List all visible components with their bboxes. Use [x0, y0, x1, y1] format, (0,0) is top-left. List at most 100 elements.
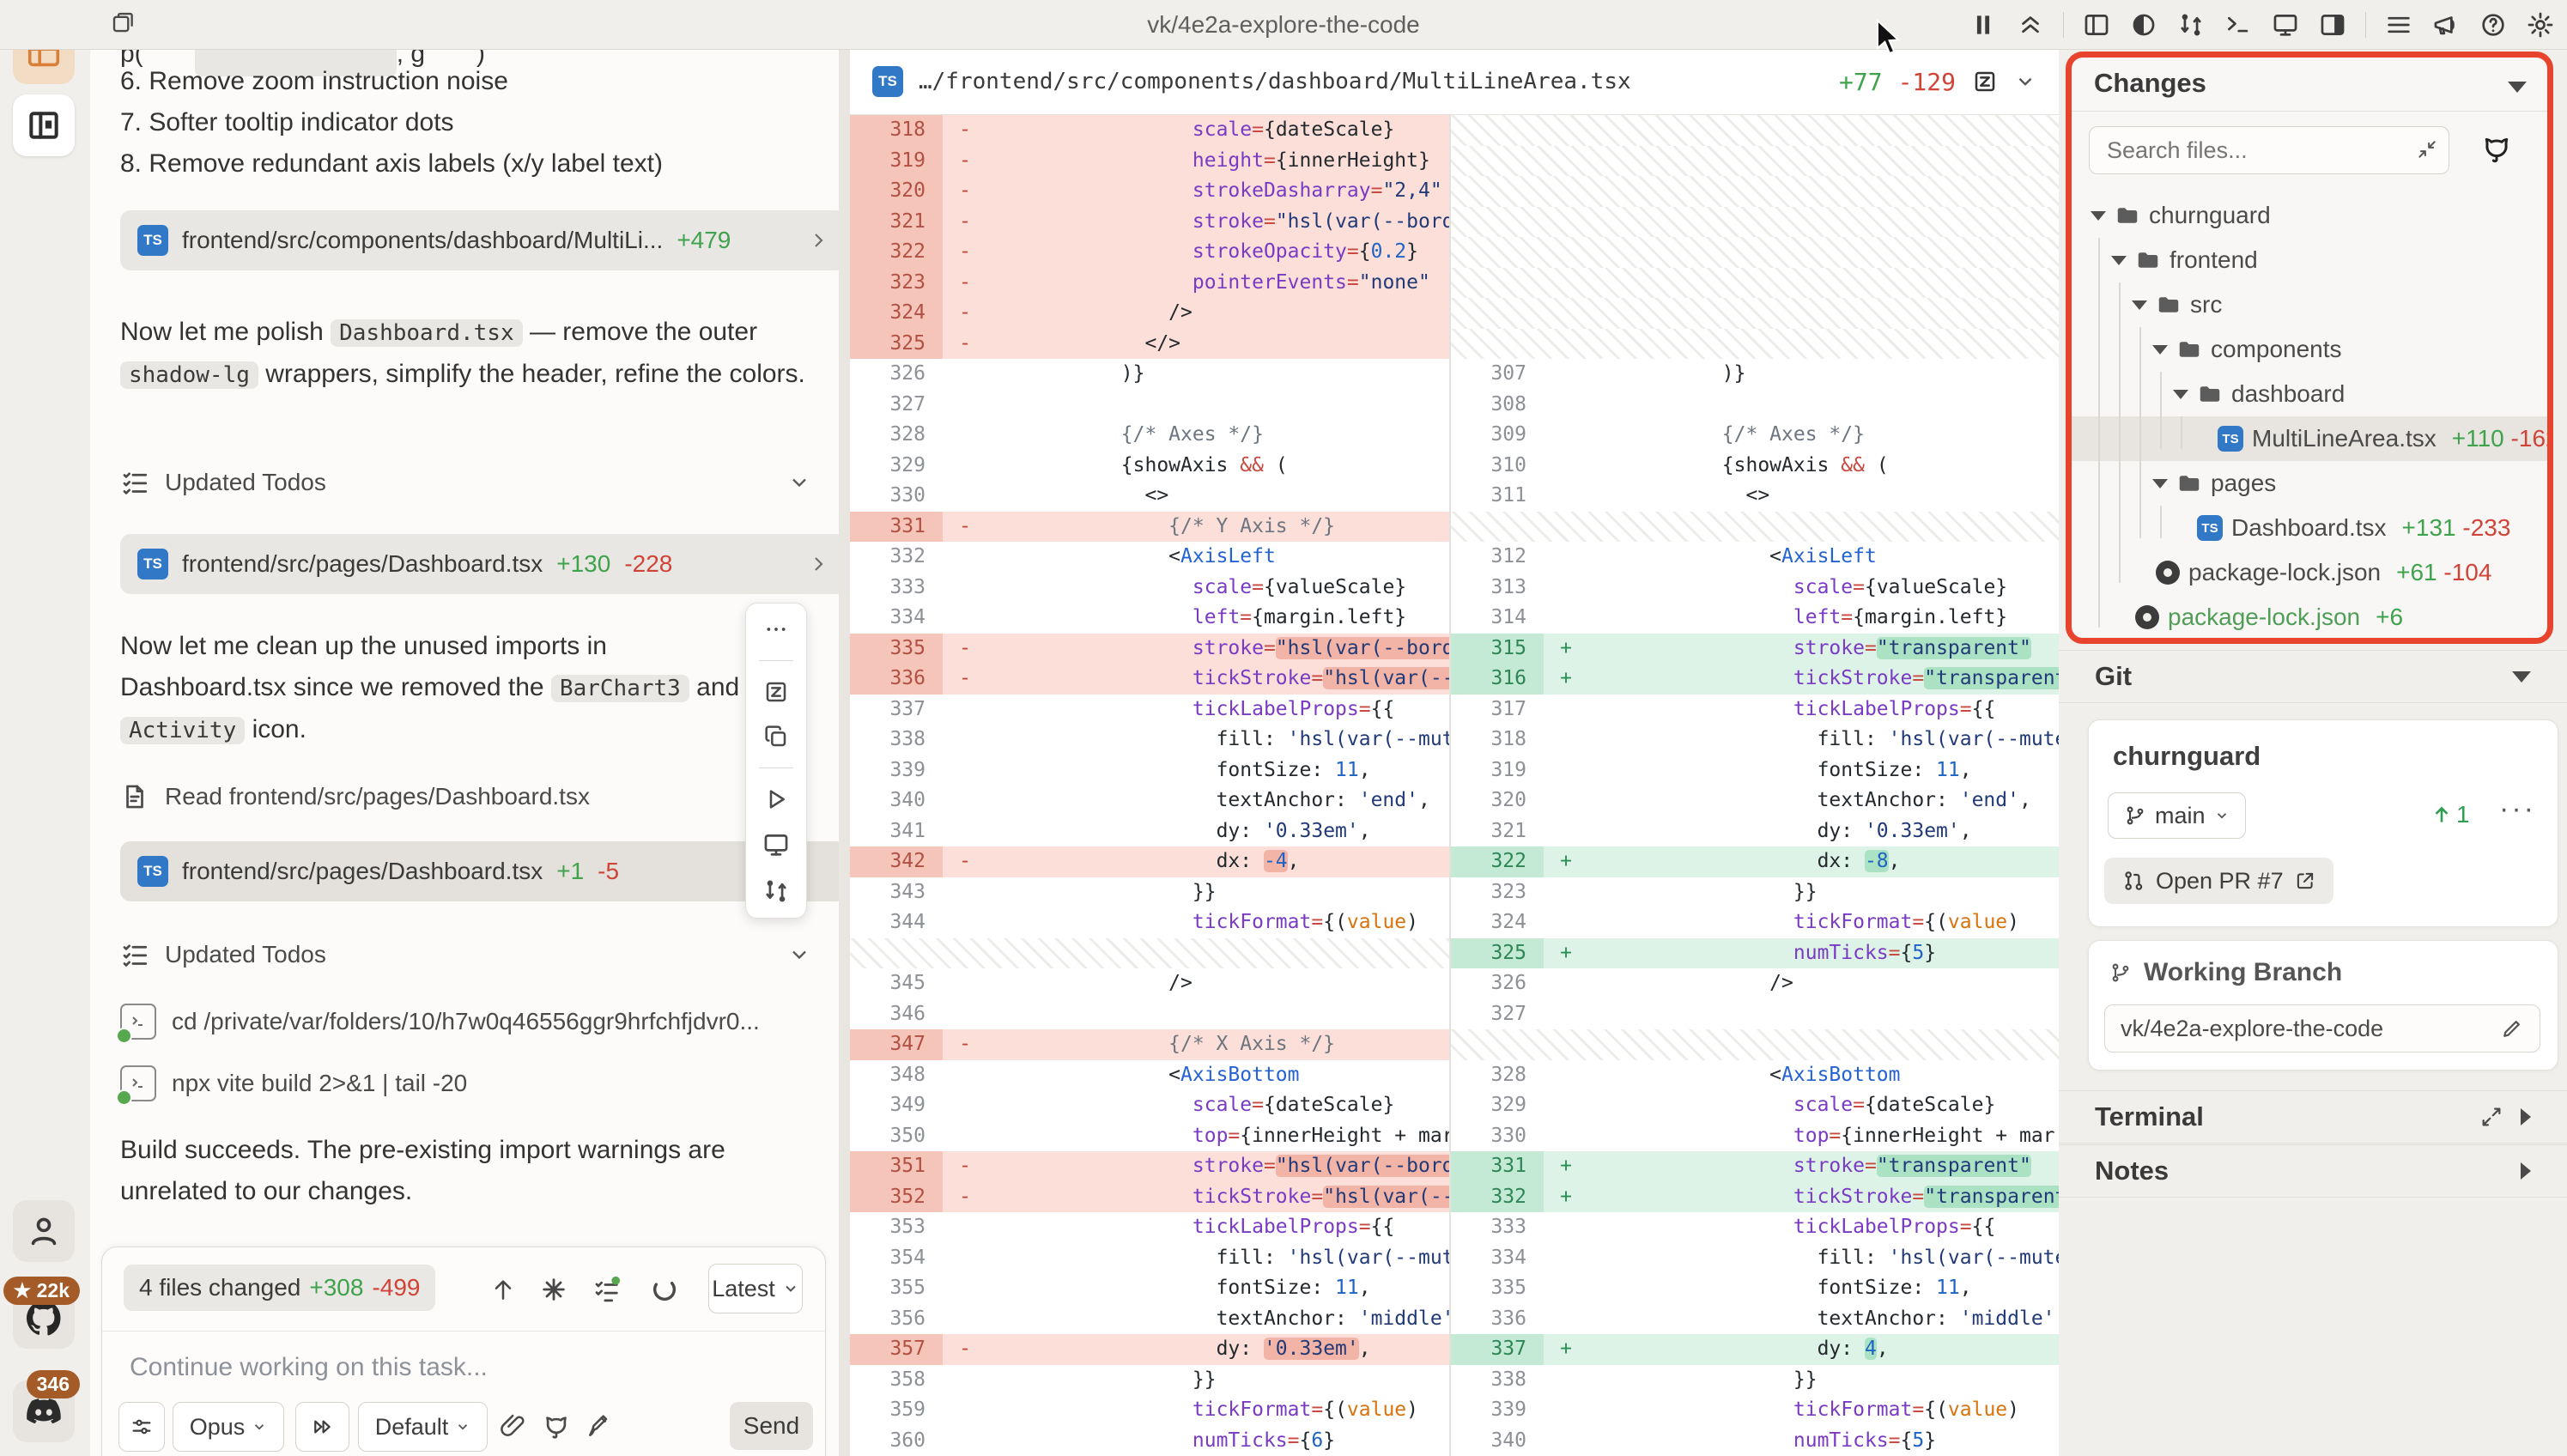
package-icon [2135, 605, 2159, 629]
files-changed-badge[interactable]: 4 files changed +308 -499 [124, 1265, 435, 1311]
rail-github-button[interactable]: ★ 22k [13, 1287, 75, 1349]
diff-code-row: 335 fontSize: 11, [1451, 1273, 2059, 1304]
more-menu-icon[interactable]: ··· [2499, 792, 2536, 826]
rail-kanban-button[interactable] [13, 94, 75, 156]
diff-code-row: 326 /> [1451, 968, 2059, 999]
paperclip-icon[interactable] [499, 1412, 526, 1440]
terminal-command-row[interactable]: npx vite build 2>&1 | tail -20 [120, 1063, 811, 1104]
tree-folder-churnguard[interactable]: churnguard [2072, 193, 2547, 238]
version-dropdown[interactable]: Latest [708, 1264, 803, 1313]
diff-code-row: 321 dy: '0.33em', [1451, 816, 2059, 847]
display-icon[interactable] [762, 830, 791, 859]
play-icon[interactable] [762, 786, 790, 813]
updated-todos-row[interactable]: Updated Todos [120, 934, 811, 975]
diff-code-row: 357- dy: '0.33em', [850, 1334, 1449, 1365]
spinner-icon[interactable] [651, 1276, 678, 1303]
read-file-row[interactable]: Read frontend/src/pages/Dashboard.tsx [120, 776, 811, 817]
cat-icon[interactable] [2480, 133, 2513, 166]
expand-icon[interactable] [2479, 1105, 2503, 1129]
display-icon[interactable] [2271, 10, 2300, 39]
tree-file-MultiLineArea.tsx[interactable]: TSMultiLineArea.tsx+110 -162 [2072, 416, 2547, 461]
separator [2063, 12, 2064, 38]
pen-icon[interactable] [586, 1412, 613, 1440]
diff-code-row: 334 fill: 'hsl(var(--muted-fo [1451, 1243, 2059, 1274]
settings-sliders-button[interactable] [118, 1402, 165, 1452]
asterisk-icon[interactable] [540, 1276, 567, 1303]
file-chip[interactable]: TSfrontend/src/pages/Dashboard.tsx+1-5 [120, 841, 839, 901]
diff-code-row: 331+ stroke="transparent" [1451, 1151, 2059, 1182]
terminal-icon[interactable] [2224, 10, 2253, 39]
tree-folder-pages[interactable]: pages [2072, 461, 2547, 506]
pause-icon[interactable] [1969, 10, 1998, 39]
count-badge: 346 [27, 1370, 80, 1398]
chevron-down-icon[interactable] [2014, 70, 2036, 93]
send-button[interactable]: Send [730, 1402, 813, 1450]
arrow-up-icon[interactable] [489, 1276, 517, 1303]
tree-file-package-lock.json[interactable]: package-lock.json+6 [2072, 595, 2547, 640]
added-count: +1 [556, 858, 584, 885]
menu-icon[interactable] [2384, 10, 2413, 39]
file-chip[interactable]: TSfrontend/src/pages/Dashboard.tsx+130-2… [120, 534, 839, 594]
diff-code-row: 340 textAnchor: 'end', [850, 786, 1449, 816]
settings-icon[interactable] [2526, 10, 2555, 39]
mouse-cursor [1876, 19, 1905, 57]
diff-code-row: 325+ numTicks={5} [1451, 938, 2059, 969]
theme-icon[interactable] [2129, 10, 2158, 39]
file-chip[interactable]: TSfrontend/src/components/dashboard/Mult… [120, 210, 839, 270]
fast-forward-button[interactable] [295, 1402, 349, 1452]
file-chip-name: frontend/src/components/dashboard/MultiL… [182, 227, 663, 254]
help-icon[interactable] [2479, 10, 2508, 39]
tree-folder-dashboard[interactable]: dashboard [2072, 372, 2547, 416]
terminal-command-row[interactable]: cd /private/var/folders/10/h7w0q46556ggr… [120, 1001, 811, 1042]
git-compare-icon[interactable] [762, 877, 791, 906]
panel-right-icon[interactable] [2318, 10, 2347, 39]
commits-ahead[interactable]: 1 [2430, 801, 2470, 828]
typescript-file-icon: TS [872, 66, 903, 97]
cat-icon[interactable] [542, 1412, 571, 1441]
git-section-header[interactable]: Git [2059, 650, 2567, 703]
model-dropdown[interactable]: Opus [173, 1402, 284, 1452]
tree-folder-src[interactable]: src [2072, 282, 2547, 327]
checklist-dot-icon[interactable] [592, 1276, 622, 1305]
diff-code-row: 344 tickFormat={(value) [850, 907, 1449, 938]
branch-dropdown[interactable]: main [2108, 792, 2246, 839]
diff-code-row: 341 dy: '0.33em', [850, 816, 1449, 847]
terminal-section-header[interactable]: Terminal [2059, 1090, 2567, 1144]
updated-todos-row[interactable]: Updated Todos [120, 462, 811, 503]
diff-view-icon[interactable] [1971, 68, 1999, 95]
message-input[interactable]: Continue working on this task... [130, 1353, 488, 1382]
megaphone-icon[interactable] [2431, 10, 2461, 39]
diff-code-row: 328 {/* Axes */} [850, 420, 1449, 451]
folder-icon [2176, 470, 2202, 496]
diff-gap-row [1451, 207, 2059, 238]
added-count: +130 [556, 550, 610, 578]
diff-code-row: 334 left={margin.left} [850, 603, 1449, 634]
panel-left-icon[interactable] [2082, 10, 2111, 39]
git-compare-icon[interactable] [2176, 10, 2206, 39]
tree-item-label: dashboard [2231, 380, 2345, 408]
tree-file-package-lock.json[interactable]: package-lock.json+61 -104 [2072, 550, 2547, 595]
tree-file-Dashboard.tsx[interactable]: TSDashboard.tsx+131 -233 [2072, 506, 2547, 550]
mode-dropdown[interactable]: Default [358, 1402, 488, 1452]
collapse-up-icon[interactable] [2016, 10, 2045, 39]
typescript-file-icon: TS [137, 856, 168, 887]
diff-icon[interactable] [762, 678, 790, 706]
section-collapse-caret[interactable] [2508, 82, 2527, 93]
diff-code-row: 327 [850, 390, 1449, 421]
rail-discord-button[interactable]: 346 [13, 1380, 75, 1442]
tree-folder-components[interactable]: components [2072, 327, 2547, 372]
tree-guide-line [2119, 282, 2121, 583]
terminal-icon [120, 1004, 156, 1040]
search-input[interactable] [2105, 132, 2392, 168]
rail-user-button[interactable] [13, 1200, 75, 1262]
chevron-down-icon [787, 470, 811, 494]
working-branch-input[interactable]: vk/4e2a-explore-the-code [2104, 1004, 2540, 1053]
caret-down-icon [2111, 256, 2127, 265]
dots-icon[interactable] [762, 616, 790, 643]
collapse-tree-icon[interactable] [2416, 138, 2438, 161]
copy-icon[interactable] [762, 723, 790, 750]
open-pr-button[interactable]: Open PR #7 [2104, 858, 2333, 904]
notes-section-header[interactable]: Notes [2059, 1144, 2567, 1198]
tree-folder-frontend[interactable]: frontend [2072, 238, 2547, 282]
message-hover-toolbar [745, 603, 807, 919]
